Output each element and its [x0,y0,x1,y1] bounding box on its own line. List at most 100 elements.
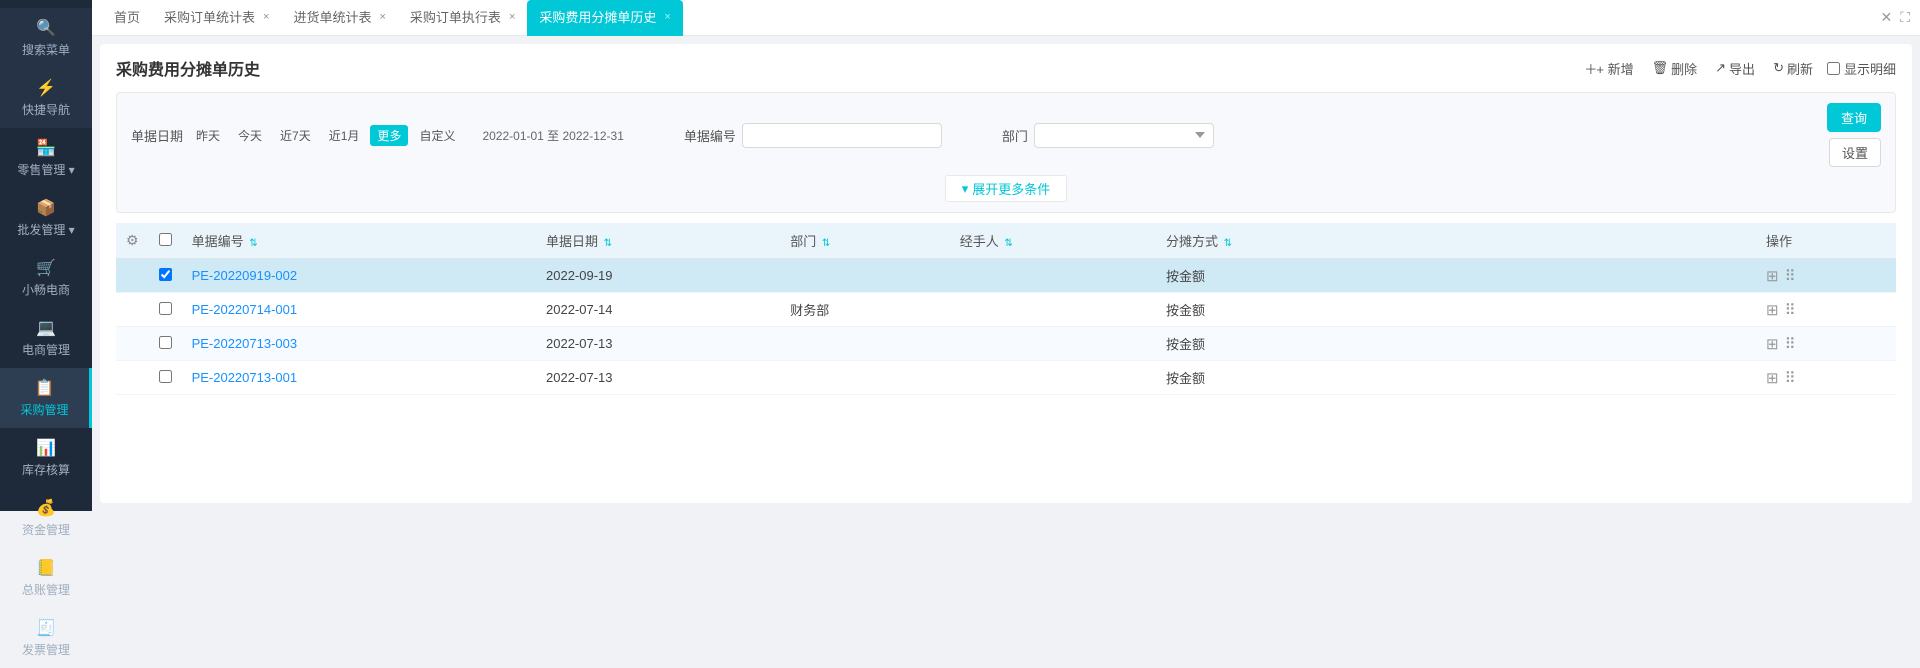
date-btn-7days[interactable]: 近7天 [273,124,318,147]
tab-close-purchase-order-stats[interactable]: × [263,11,269,23]
col-method: 分摊方式 ⇅ [1156,223,1756,259]
filter-row-1: 单据日期 昨天 今天 近7天 近1月 更多 自定义 2022-01-01 至 2… [131,103,1881,167]
view-icon[interactable]: ⊞ [1766,335,1779,353]
sidebar-item-wholesale[interactable]: 📦 批发管理 ▾ [0,188,92,248]
col-dept: 部门 ⇅ [780,223,950,259]
sidebar-item-search[interactable]: 🔍 搜索菜单 [0,8,92,68]
row-dept [780,259,950,293]
export-icon: ↗ [1715,60,1726,76]
filter-actions: 查询 设置 [1827,103,1881,167]
more-icon[interactable]: ⠿ [1785,301,1796,319]
bill-no-input[interactable] [742,123,942,148]
row-bill-no: PE-20220919-002 [182,259,536,293]
row-action: ⊞ ⠿ [1756,293,1896,327]
date-btn-yesterday[interactable]: 昨天 [189,124,227,147]
data-table: ⚙ 单据编号 ⇅ 单据日期 ⇅ 部门 ⇅ [116,223,1896,395]
sidebar-item-quick-nav[interactable]: ⚡ 快捷导航 [0,68,92,128]
retail-icon: 🏪 [4,138,88,158]
filter-date: 单据日期 昨天 今天 近7天 近1月 更多 自定义 [131,124,462,147]
row-checkbox-cell [149,361,182,395]
row-settings-cell [116,327,149,361]
row-checkbox[interactable] [159,268,172,281]
col-date: 单据日期 ⇅ [536,223,780,259]
tab-purchase-fee-history[interactable]: 采购费用分摊单历史 × [527,0,682,36]
sidebar-item-ecommerce[interactable]: 💻 电商管理 [0,308,92,368]
show-detail-checkbox[interactable] [1827,62,1840,75]
expand-filter-button[interactable]: ▾ 展开更多条件 [945,175,1068,202]
ecommerce-icon: 💻 [4,318,88,338]
view-icon[interactable]: ⊞ [1766,301,1779,319]
more-icon[interactable]: ⠿ [1785,267,1796,285]
sidebar-item-retail[interactable]: 🏪 零售管理 ▾ [0,128,92,188]
select-all-checkbox[interactable] [159,233,172,246]
view-icon[interactable]: ⊞ [1766,369,1779,387]
sidebar-item-ledger[interactable]: 📒 总账管理 [0,548,92,608]
row-checkbox-cell [149,327,182,361]
table-row: PE-20220919-002 2022-09-19 按金额 ⊞ ⠿ [116,259,1896,293]
row-handler [950,293,1156,327]
settings-gear-icon[interactable]: ⚙ [126,232,139,248]
row-checkbox[interactable] [159,336,172,349]
row-checkbox-cell [149,259,182,293]
row-bill-no: PE-20220714-001 [182,293,536,327]
expand-window-icon[interactable]: ⛶ [1900,9,1910,26]
inventory-icon: 📊 [4,438,88,458]
row-settings-cell [116,259,149,293]
row-checkbox[interactable] [159,302,172,315]
col-dept-label: 部门 [790,234,816,249]
tab-close-purchase-fee-history[interactable]: × [664,11,670,23]
more-icon[interactable]: ⠿ [1785,335,1796,353]
bill-no-link[interactable]: PE-20220713-001 [192,370,298,385]
date-range-text: 2022-01-01 至 2022-12-31 [482,127,623,144]
setting-button[interactable]: 设置 [1829,138,1881,167]
refresh-icon: ↻ [1773,60,1784,76]
sidebar-item-finance[interactable]: 💰 资金管理 [0,488,92,548]
bill-no-link[interactable]: PE-20220714-001 [192,302,298,317]
date-btn-1month[interactable]: 近1月 [322,124,367,147]
sort-icon-handler[interactable]: ⇅ [1004,238,1012,249]
row-settings-cell [116,361,149,395]
filter-area: 单据日期 昨天 今天 近7天 近1月 更多 自定义 2022-01-01 至 2… [116,92,1896,213]
col-date-label: 单据日期 [546,234,598,249]
col-method-label: 分摊方式 [1166,234,1218,249]
dept-select[interactable]: 财务部 [1034,123,1214,148]
search-button[interactable]: 查询 [1827,103,1881,132]
more-icon[interactable]: ⠿ [1785,369,1796,387]
tab-goods-in-stats[interactable]: 进货单统计表 × [281,0,397,36]
date-btn-custom[interactable]: 自定义 [412,124,462,147]
lightning-icon: ⚡ [4,78,88,98]
dept-label: 部门 [1002,126,1028,145]
sidebar-item-purchase[interactable]: 📋 采购管理 [0,368,92,428]
bill-no-link[interactable]: PE-20220713-003 [192,336,298,351]
row-action: ⊞ ⠿ [1756,361,1896,395]
refresh-button[interactable]: ↻ 刷新 [1769,57,1817,80]
invoice-icon: 🧾 [4,618,88,638]
sidebar-item-mini-shop[interactable]: 🛒 小畅电商 [0,248,92,308]
table-row: PE-20220713-001 2022-07-13 按金额 ⊞ ⠿ [116,361,1896,395]
sort-icon-dept[interactable]: ⇅ [822,238,830,249]
row-checkbox[interactable] [159,370,172,383]
tab-home[interactable]: 首页 [102,0,152,36]
row-handler [950,327,1156,361]
tab-purchase-order-exec[interactable]: 采购订单执行表 × [398,0,527,36]
row-bill-no: PE-20220713-003 [182,327,536,361]
sidebar-item-inventory[interactable]: 📊 库存核算 [0,428,92,488]
sort-icon-bill-no[interactable]: ⇅ [249,238,257,249]
date-btn-today[interactable]: 今天 [231,124,269,147]
bill-no-link[interactable]: PE-20220919-002 [192,268,298,283]
tab-close-purchase-order-exec[interactable]: × [509,11,515,23]
tab-close-goods-in-stats[interactable]: × [379,11,385,23]
sort-icon-method[interactable]: ⇅ [1224,238,1232,249]
tab-purchase-order-stats[interactable]: 采购订单统计表 × [152,0,281,36]
delete-button[interactable]: 🗑 删除 [1648,57,1702,80]
view-icon[interactable]: ⊞ [1766,267,1779,285]
date-btn-more[interactable]: 更多 [370,125,408,146]
date-range-wrap: 2022-01-01 至 2022-12-31 [482,127,623,144]
add-button[interactable]: ＋ + 新增 [1580,57,1637,80]
sort-icon-date[interactable]: ⇅ [604,238,612,249]
export-button[interactable]: ↗ 导出 [1711,57,1759,80]
row-dept: 财务部 [780,293,950,327]
sidebar-item-invoice[interactable]: 🧾 发票管理 [0,608,92,668]
row-settings-cell [116,293,149,327]
close-window-icon[interactable]: ✕ [1880,9,1892,26]
